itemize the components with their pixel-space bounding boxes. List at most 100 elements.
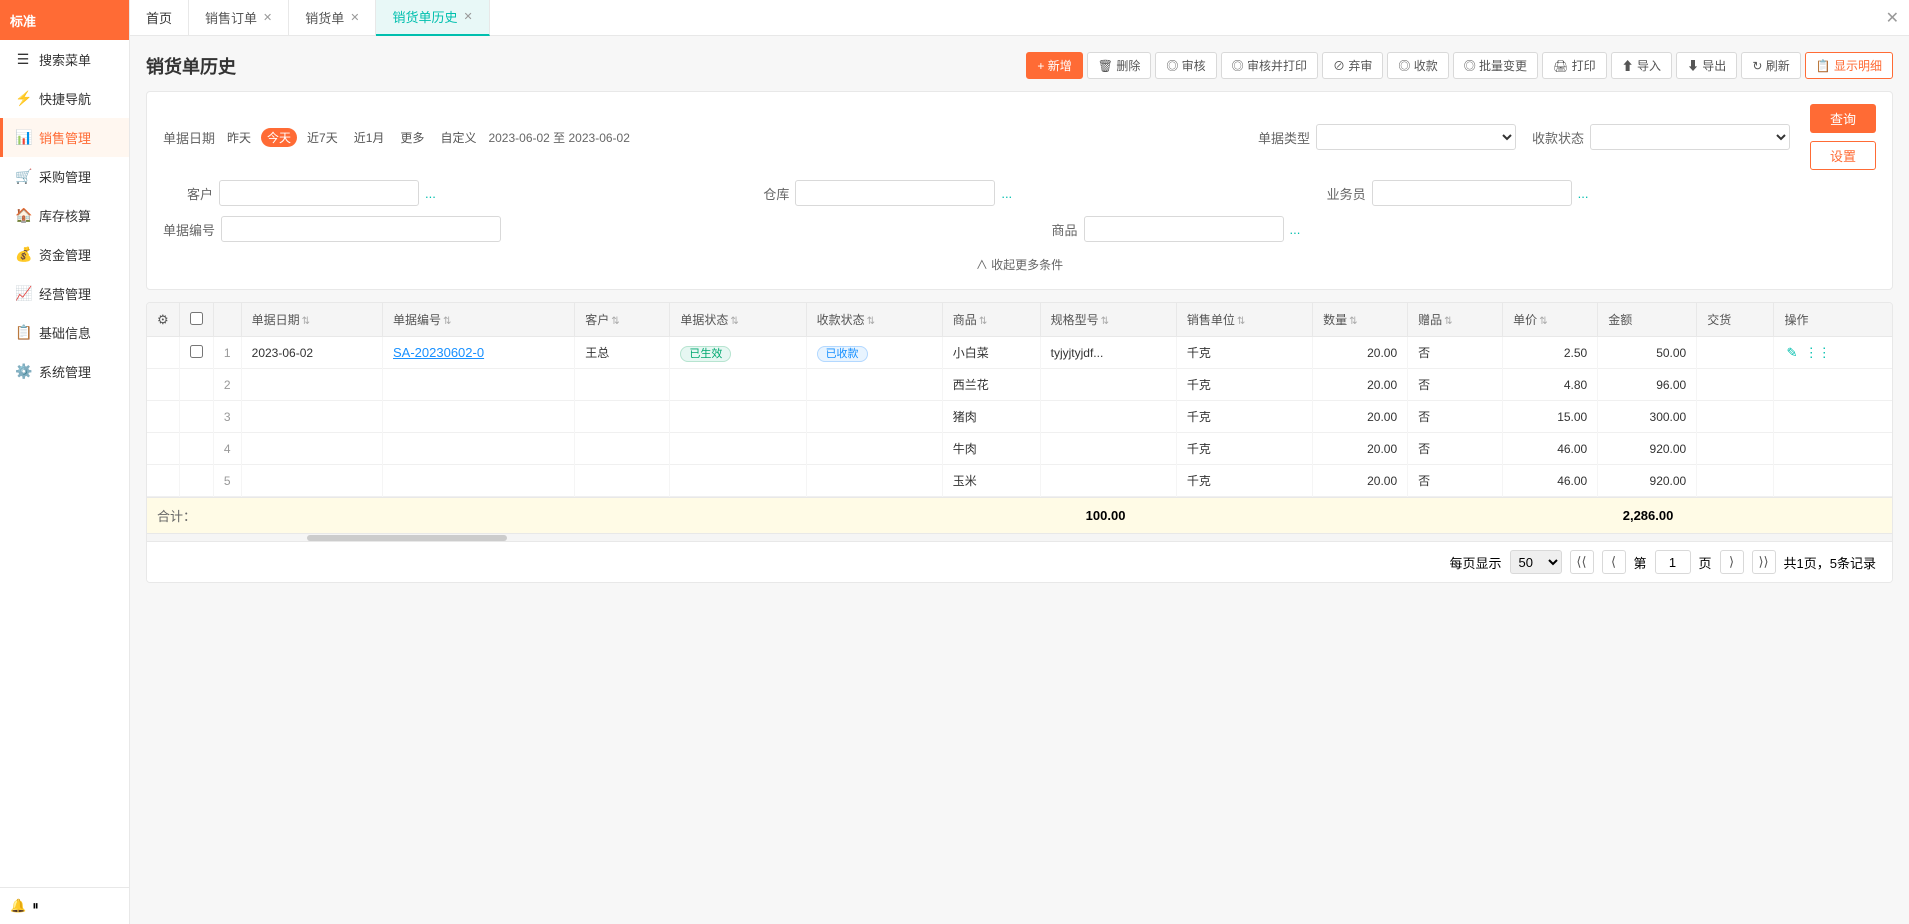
tab-sales-delivery[interactable]: 销货单 ✕ bbox=[289, 0, 376, 36]
sidebar-item-label: 搜索菜单 bbox=[39, 50, 91, 69]
cell-payment-status bbox=[806, 369, 942, 401]
horizontal-scrollbar[interactable] bbox=[147, 533, 1892, 541]
tab-home-label: 首页 bbox=[146, 8, 172, 27]
setting-button[interactable]: 设置 bbox=[1810, 141, 1876, 170]
export-button[interactable]: ⬇ 导出 bbox=[1676, 52, 1737, 79]
batch-change-button[interactable]: ◎ 批量变更 bbox=[1453, 52, 1538, 79]
doc-no-link[interactable]: SA-20230602-0 bbox=[393, 345, 484, 360]
docno-input[interactable] bbox=[221, 216, 501, 242]
pause-icon[interactable]: ⏸ bbox=[32, 898, 39, 914]
delete-button[interactable]: 🗑 删除 bbox=[1087, 52, 1152, 79]
per-page-select[interactable]: 50 20 100 bbox=[1510, 550, 1562, 574]
sidebar-item-purchase-mgmt[interactable]: 🛒 采购管理 bbox=[0, 157, 129, 196]
edit-action[interactable]: ✎ bbox=[1784, 345, 1799, 360]
col-goods[interactable]: 商品⇅ bbox=[942, 303, 1040, 337]
sidebar-item-label: 资金管理 bbox=[39, 245, 91, 264]
review-button[interactable]: ◎ 审核 bbox=[1155, 52, 1216, 79]
print-button[interactable]: 🖨 打印 bbox=[1542, 52, 1607, 79]
col-qty[interactable]: 数量⇅ bbox=[1313, 303, 1408, 337]
more-action[interactable]: ⋮⋮ bbox=[1803, 345, 1833, 360]
basic-info-icon: 📋 bbox=[15, 324, 31, 341]
sidebar-item-sales-mgmt[interactable]: 📊 销售管理 bbox=[0, 118, 129, 157]
date-tag-7days[interactable]: 近7天 bbox=[301, 128, 344, 147]
col-unit[interactable]: 销售单位⇅ bbox=[1176, 303, 1312, 337]
salesperson-input[interactable] bbox=[1372, 180, 1572, 206]
cell-unit: 千克 bbox=[1176, 369, 1312, 401]
new-button[interactable]: + 新增 bbox=[1026, 52, 1082, 79]
col-settings[interactable]: ⚙ bbox=[147, 303, 179, 337]
doc-type-select[interactable] bbox=[1316, 124, 1516, 150]
sidebar-item-operations-mgmt[interactable]: 📈 经营管理 bbox=[0, 274, 129, 313]
tab-bar-close-all[interactable]: ✕ bbox=[1886, 8, 1909, 28]
tab-sales-history[interactable]: 销货单历史 ✕ bbox=[376, 0, 489, 36]
tab-home[interactable]: 首页 bbox=[130, 0, 189, 36]
cell-spec bbox=[1040, 433, 1176, 465]
salesperson-ellipsis[interactable]: ... bbox=[1578, 186, 1589, 201]
sidebar-item-finance-mgmt[interactable]: 💰 资金管理 bbox=[0, 235, 129, 274]
cell-price: 15.00 bbox=[1503, 401, 1598, 433]
abandon-button[interactable]: ⊘ 弃审 bbox=[1322, 52, 1383, 79]
payment-status-badge: 已收款 bbox=[817, 346, 868, 362]
row-checkbox[interactable] bbox=[190, 345, 203, 358]
tab-sales-history-close[interactable]: ✕ bbox=[464, 10, 473, 23]
sidebar-item-quick-nav[interactable]: ⚡ 快捷导航 bbox=[0, 79, 129, 118]
goods-ellipsis[interactable]: ... bbox=[1290, 222, 1301, 237]
select-all-checkbox[interactable] bbox=[190, 312, 203, 325]
import-button[interactable]: ⬆ 导入 bbox=[1611, 52, 1672, 79]
date-tag-more[interactable]: 更多 bbox=[394, 128, 430, 147]
collect-button[interactable]: ◎ 收款 bbox=[1387, 52, 1448, 79]
collapse-button[interactable]: ∧ 收起更多条件 bbox=[163, 252, 1876, 277]
col-doc-date[interactable]: 单据日期⇅ bbox=[241, 303, 382, 337]
cell-doc-no bbox=[383, 465, 575, 497]
sidebar-item-search-menu[interactable]: ☰ 搜索菜单 bbox=[0, 40, 129, 79]
show-detail-button[interactable]: 📋 显示明细 bbox=[1805, 52, 1893, 79]
cell-doc-date: 2023-06-02 bbox=[241, 337, 382, 369]
cell-customer bbox=[575, 369, 670, 401]
customer-ellipsis[interactable]: ... bbox=[425, 186, 436, 201]
col-doc-no[interactable]: 单据编号⇅ bbox=[383, 303, 575, 337]
date-tag-yesterday[interactable]: 昨天 bbox=[221, 128, 257, 147]
table-row: 3 猪肉 千克 20.00 否 15.00 300.00 bbox=[147, 401, 1892, 433]
col-payment-status[interactable]: 收款状态⇅ bbox=[806, 303, 942, 337]
filter-group-docno: 单据编号 bbox=[163, 216, 1012, 242]
date-tag-today[interactable]: 今天 bbox=[261, 128, 297, 147]
sidebar-item-inventory[interactable]: 🏠 库存核算 bbox=[0, 196, 129, 235]
cell-goods: 玉米 bbox=[942, 465, 1040, 497]
warehouse-input[interactable] bbox=[795, 180, 995, 206]
date-tag-1month[interactable]: 近1月 bbox=[348, 128, 391, 147]
goods-input[interactable] bbox=[1084, 216, 1284, 242]
cell-gift: 否 bbox=[1408, 465, 1503, 497]
payment-status-select[interactable] bbox=[1590, 124, 1790, 150]
date-tag-custom[interactable]: 自定义 bbox=[434, 128, 482, 147]
notification-icon[interactable]: 🔔 bbox=[10, 898, 26, 914]
page-input[interactable] bbox=[1655, 550, 1691, 574]
page-last-button[interactable]: ⟩⟩ bbox=[1752, 550, 1776, 574]
filter-row-2: 客户 ... 仓库 ... 业务员 ... bbox=[163, 180, 1876, 206]
pagination-bar: 每页显示 50 20 100 ⟨⟨ ⟨ 第 页 ⟩ ⟩⟩ 共1页，5条记录 bbox=[147, 541, 1892, 582]
scrollbar-thumb[interactable] bbox=[307, 535, 507, 541]
query-button[interactable]: 查询 bbox=[1810, 104, 1876, 133]
col-customer[interactable]: 客户⇅ bbox=[575, 303, 670, 337]
tab-sales-delivery-close[interactable]: ✕ bbox=[350, 11, 359, 24]
page-next-button[interactable]: ⟩ bbox=[1720, 550, 1744, 574]
review-print-button[interactable]: ◎ 审核并打印 bbox=[1221, 52, 1318, 79]
cell-goods: 西兰花 bbox=[942, 369, 1040, 401]
page-first-button[interactable]: ⟨⟨ bbox=[1570, 550, 1594, 574]
refresh-button[interactable]: ↻ 刷新 bbox=[1741, 52, 1800, 79]
tab-sales-order[interactable]: 销售订单 ✕ bbox=[189, 0, 289, 36]
customer-input[interactable] bbox=[219, 180, 419, 206]
sidebar-item-sys-mgmt[interactable]: ⚙️ 系统管理 bbox=[0, 352, 129, 391]
sidebar-item-basic-info[interactable]: 📋 基础信息 bbox=[0, 313, 129, 352]
settings-gear-icon[interactable]: ⚙ bbox=[157, 312, 169, 327]
tab-sales-order-close[interactable]: ✕ bbox=[263, 11, 272, 24]
col-doc-status[interactable]: 单据状态⇅ bbox=[670, 303, 806, 337]
sidebar: 标准 ☰ 搜索菜单 ⚡ 快捷导航 📊 销售管理 🛒 采购管理 🏠 库存核算 💰 … bbox=[0, 0, 130, 924]
col-spec[interactable]: 规格型号⇅ bbox=[1040, 303, 1176, 337]
sidebar-item-label: 经营管理 bbox=[39, 284, 91, 303]
cell-price: 46.00 bbox=[1503, 433, 1598, 465]
cell-customer bbox=[575, 401, 670, 433]
col-price[interactable]: 单价⇅ bbox=[1503, 303, 1598, 337]
warehouse-ellipsis[interactable]: ... bbox=[1001, 186, 1012, 201]
page-prev-button[interactable]: ⟨ bbox=[1602, 550, 1626, 574]
col-gift[interactable]: 赠品⇅ bbox=[1408, 303, 1503, 337]
